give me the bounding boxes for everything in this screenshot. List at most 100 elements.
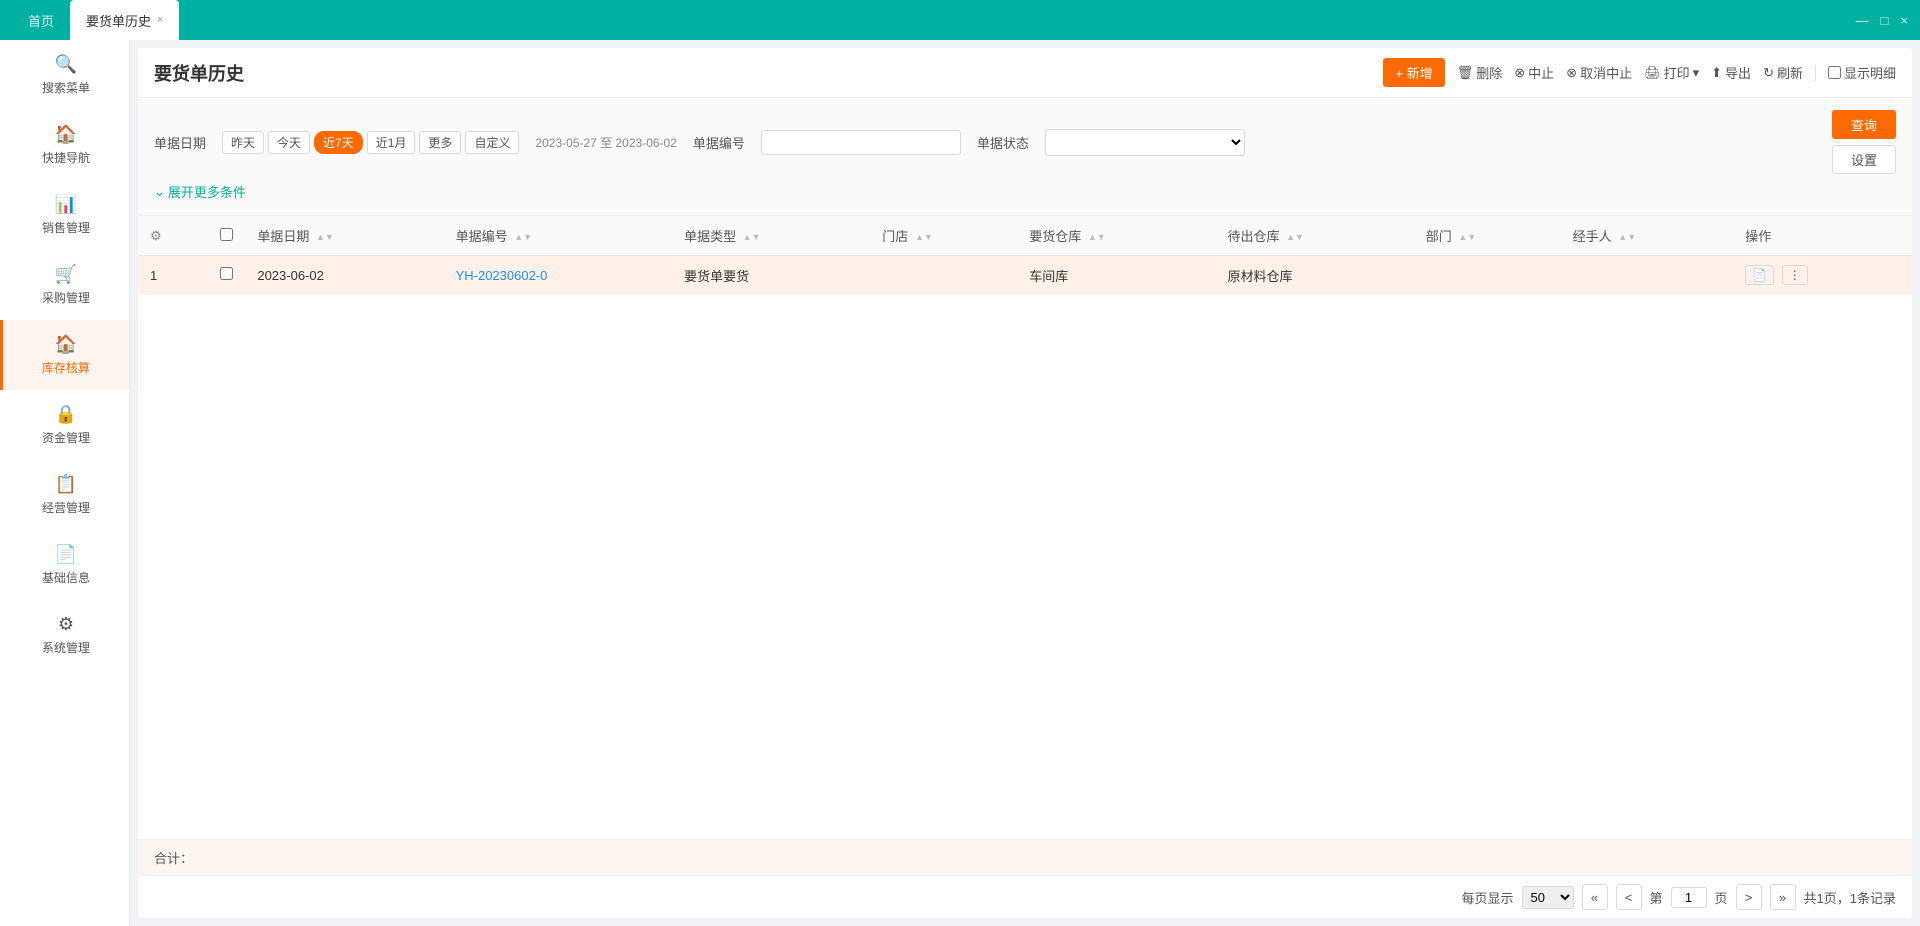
maximize-icon[interactable]: □ (1881, 13, 1889, 28)
next-btn[interactable]: > (1736, 884, 1762, 910)
export-icon: ⬆ (1711, 65, 1722, 81)
page-title: 要货单历史 (154, 60, 244, 86)
sidebar-item-quicknav-label: 快捷导航 (42, 149, 90, 166)
order-no-sort-icon[interactable]: ▲▼ (514, 233, 532, 242)
delete-icon: 🗑 (1457, 65, 1474, 81)
sidebar-item-quicknav[interactable]: 🏠 快捷导航 (0, 110, 129, 180)
dept-sort-icon[interactable]: ▲▼ (1458, 233, 1476, 242)
sidebar-item-operation-label: 经营管理 (42, 499, 90, 516)
filter-row-1: 单据日期 昨天 今天 近7天 近1月 更多 自定义 2023-05-27 至 2… (154, 110, 1896, 174)
tab-home-label: 首页 (28, 11, 54, 30)
sidebar: 🔍 搜索菜单 🏠 快捷导航 📊 销售管理 🛒 采购管理 🏠 库存核算 🔒 资金管… (0, 40, 130, 926)
search-menu-icon: 🔍 (55, 54, 77, 75)
date-btn-1month[interactable]: 近1月 (367, 131, 416, 154)
display-cells-toggle[interactable]: 显示明细 (1828, 63, 1896, 82)
tab-home[interactable]: 首页 (12, 0, 70, 40)
view-detail-btn[interactable]: 📄 (1745, 265, 1774, 285)
th-date: 单据日期 ▲▼ (245, 216, 443, 256)
store-sort-icon[interactable]: ▲▼ (915, 233, 933, 242)
th-date-label: 单据日期 (257, 229, 309, 244)
expand-label: 展开更多条件 (168, 182, 246, 201)
date-btn-custom[interactable]: 自定义 (465, 131, 519, 154)
order-num-input[interactable] (761, 130, 961, 155)
sidebar-item-search-label: 搜索菜单 (42, 79, 90, 96)
refresh-button[interactable]: ↻ 刷新 (1763, 63, 1803, 82)
sidebar-item-search[interactable]: 🔍 搜索菜单 (0, 40, 129, 110)
close-window-icon[interactable]: × (1900, 13, 1908, 28)
date-btn-7days[interactable]: 近7天 (314, 131, 363, 154)
print-icon: 🖨 (1644, 65, 1661, 81)
stop-button[interactable]: ⊗ 中止 (1514, 63, 1554, 82)
type-sort-icon[interactable]: ▲▼ (743, 233, 761, 242)
handler-sort-icon[interactable]: ▲▼ (1618, 233, 1636, 242)
pending-warehouse-sort-icon[interactable]: ▲▼ (1286, 233, 1304, 242)
display-cells-checkbox[interactable] (1828, 66, 1841, 79)
th-operation: 操作 (1733, 216, 1912, 256)
top-bar-right: — □ × (1856, 13, 1908, 28)
req-warehouse-sort-icon[interactable]: ▲▼ (1088, 233, 1106, 242)
sidebar-item-sales[interactable]: 📊 销售管理 (0, 180, 129, 250)
th-order-no: 单据编号 ▲▼ (444, 216, 672, 256)
th-handler-label: 经手人 (1573, 229, 1612, 244)
date-sort-icon[interactable]: ▲▼ (316, 233, 334, 242)
print-button[interactable]: 🖨 打印 ▾ (1644, 63, 1699, 82)
sidebar-item-system-label: 系统管理 (42, 639, 90, 656)
th-settings[interactable]: ⚙ (138, 216, 208, 256)
add-button[interactable]: + 新增 (1383, 58, 1444, 87)
expand-btn[interactable]: ⌄ 展开更多条件 (154, 182, 246, 201)
close-tab-icon[interactable]: × (157, 14, 163, 26)
order-num-label: 单据编号 (693, 133, 745, 152)
minimize-icon[interactable]: — (1856, 13, 1869, 28)
export-label: 导出 (1725, 63, 1751, 82)
sidebar-item-operation[interactable]: 📋 经营管理 (0, 460, 129, 530)
tab-active-label: 要货单历史 (86, 11, 151, 30)
refresh-icon: ↻ (1763, 65, 1774, 81)
th-order-no-label: 单据编号 (456, 229, 508, 244)
th-pending-warehouse-label: 待出仓库 (1227, 229, 1279, 244)
th-req-warehouse-label: 要货仓库 (1029, 229, 1081, 244)
prev-btn[interactable]: < (1616, 884, 1642, 910)
th-handler: 经手人 ▲▼ (1561, 216, 1734, 256)
page-size-label: 每页显示 (1461, 888, 1513, 907)
more-ops-btn[interactable]: ⋮ (1782, 265, 1808, 285)
sidebar-item-purchase[interactable]: 🛒 采购管理 (0, 250, 129, 320)
setting-button[interactable]: 设置 (1832, 145, 1896, 174)
next-group-btn[interactable]: » (1770, 884, 1796, 910)
th-checkbox (208, 216, 245, 256)
date-btn-yesterday[interactable]: 昨天 (222, 131, 264, 154)
system-icon: ⚙ (58, 614, 74, 635)
sidebar-item-basicinfo[interactable]: 📄 基础信息 (0, 530, 129, 600)
filter-area: 单据日期 昨天 今天 近7天 近1月 更多 自定义 2023-05-27 至 2… (138, 98, 1912, 216)
toolbar-divider (1815, 65, 1816, 81)
sidebar-item-finance[interactable]: 🔒 资金管理 (0, 390, 129, 460)
pagination-bar: 每页显示 50 10 20 100 « < 第 页 > » 共1页，1条记录 (138, 875, 1912, 918)
row-checkbox[interactable] (220, 267, 233, 280)
sidebar-item-system[interactable]: ⚙ 系统管理 (0, 600, 129, 670)
sidebar-item-inventory[interactable]: 🏠 库存核算 (0, 320, 129, 390)
cancel-stop-button[interactable]: ⊗ 取消中止 (1566, 63, 1632, 82)
export-button[interactable]: ⬆ 导出 (1711, 63, 1751, 82)
basicinfo-icon: 📄 (55, 544, 77, 565)
summary-label: 合计： (154, 851, 193, 866)
order-no-link[interactable]: YH-20230602-0 (456, 268, 548, 283)
stop-icon: ⊗ (1514, 65, 1525, 81)
th-type-label: 单据类型 (684, 229, 736, 244)
date-btn-more[interactable]: 更多 (419, 131, 461, 154)
date-btn-today[interactable]: 今天 (268, 131, 310, 154)
cancel-stop-label: 取消中止 (1580, 63, 1632, 82)
status-select[interactable] (1045, 129, 1245, 156)
table-container: ⚙ 单据日期 ▲▼ 单据编号 ▲▼ 单据类型 (138, 216, 1912, 839)
select-all-checkbox[interactable] (220, 228, 233, 241)
page-size-select[interactable]: 50 10 20 100 (1522, 886, 1574, 909)
th-type: 单据类型 ▲▼ (672, 216, 870, 256)
query-button[interactable]: 查询 (1832, 110, 1896, 139)
page-input[interactable] (1671, 887, 1707, 908)
layout: 🔍 搜索菜单 🏠 快捷导航 📊 销售管理 🛒 采购管理 🏠 库存核算 🔒 资金管… (0, 40, 1920, 926)
delete-button[interactable]: 🗑 删除 (1457, 63, 1503, 82)
top-bar: 首页 要货单历史 × — □ × (0, 0, 1920, 40)
sidebar-item-finance-label: 资金管理 (42, 429, 90, 446)
date-filter-buttons: 昨天 今天 近7天 近1月 更多 自定义 (222, 131, 519, 154)
tab-active[interactable]: 要货单历史 × (70, 0, 179, 40)
prev-group-btn[interactable]: « (1582, 884, 1608, 910)
sidebar-item-sales-label: 销售管理 (42, 219, 90, 236)
